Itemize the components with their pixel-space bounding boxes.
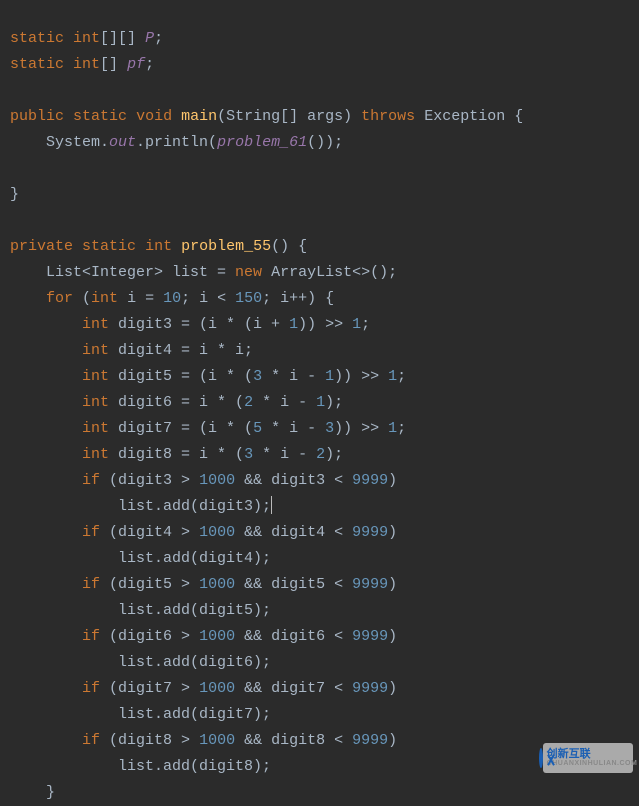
code-line: } bbox=[10, 186, 19, 203]
code-line: List<Integer> list = new ArrayList<>(); bbox=[10, 264, 397, 281]
code-line: if (digit8 > 1000 && digit8 < 9999) bbox=[10, 732, 397, 749]
watermark-logo: 创新互联 CHUANXINHULIAN.COM bbox=[543, 743, 633, 773]
code-line: private static int problem_55() { bbox=[10, 238, 307, 255]
code-line: if (digit3 > 1000 && digit3 < 9999) bbox=[10, 472, 397, 489]
code-line: list.add(digit4); bbox=[10, 550, 271, 567]
code-line: int digit8 = i * (3 * i - 2); bbox=[10, 446, 343, 463]
code-line: int digit7 = (i * (5 * i - 3)) >> 1; bbox=[10, 420, 406, 437]
code-line: System.out.println(problem_61()); bbox=[10, 134, 343, 151]
code-line: list.add(digit8); bbox=[10, 758, 271, 775]
code-line: list.add(digit3); bbox=[10, 498, 272, 515]
code-line: } bbox=[10, 784, 55, 801]
code-line: list.add(digit5); bbox=[10, 602, 271, 619]
code-line: list.add(digit6); bbox=[10, 654, 271, 671]
code-editor[interactable]: static int[][] P; static int[] pf; publi… bbox=[0, 0, 639, 806]
code-line: static int[] pf; bbox=[10, 56, 154, 73]
text-cursor bbox=[271, 496, 272, 514]
watermark-icon bbox=[539, 748, 543, 768]
code-line: public static void main(String[] args) t… bbox=[10, 108, 523, 125]
code-line: static int[][] P; bbox=[10, 30, 163, 47]
code-line: if (digit6 > 1000 && digit6 < 9999) bbox=[10, 628, 397, 645]
watermark-text: 创新互联 CHUANXINHULIAN.COM bbox=[547, 749, 638, 767]
code-line: if (digit7 > 1000 && digit7 < 9999) bbox=[10, 680, 397, 697]
code-line: int digit3 = (i * (i + 1)) >> 1; bbox=[10, 316, 370, 333]
code-line: if (digit4 > 1000 && digit4 < 9999) bbox=[10, 524, 397, 541]
code-line: int digit4 = i * i; bbox=[10, 342, 253, 359]
code-line: if (digit5 > 1000 && digit5 < 9999) bbox=[10, 576, 397, 593]
code-line: for (int i = 10; i < 150; i++) { bbox=[10, 290, 334, 307]
code-line: int digit5 = (i * (3 * i - 1)) >> 1; bbox=[10, 368, 406, 385]
code-line: list.add(digit7); bbox=[10, 706, 271, 723]
code-line: int digit6 = i * (2 * i - 1); bbox=[10, 394, 343, 411]
